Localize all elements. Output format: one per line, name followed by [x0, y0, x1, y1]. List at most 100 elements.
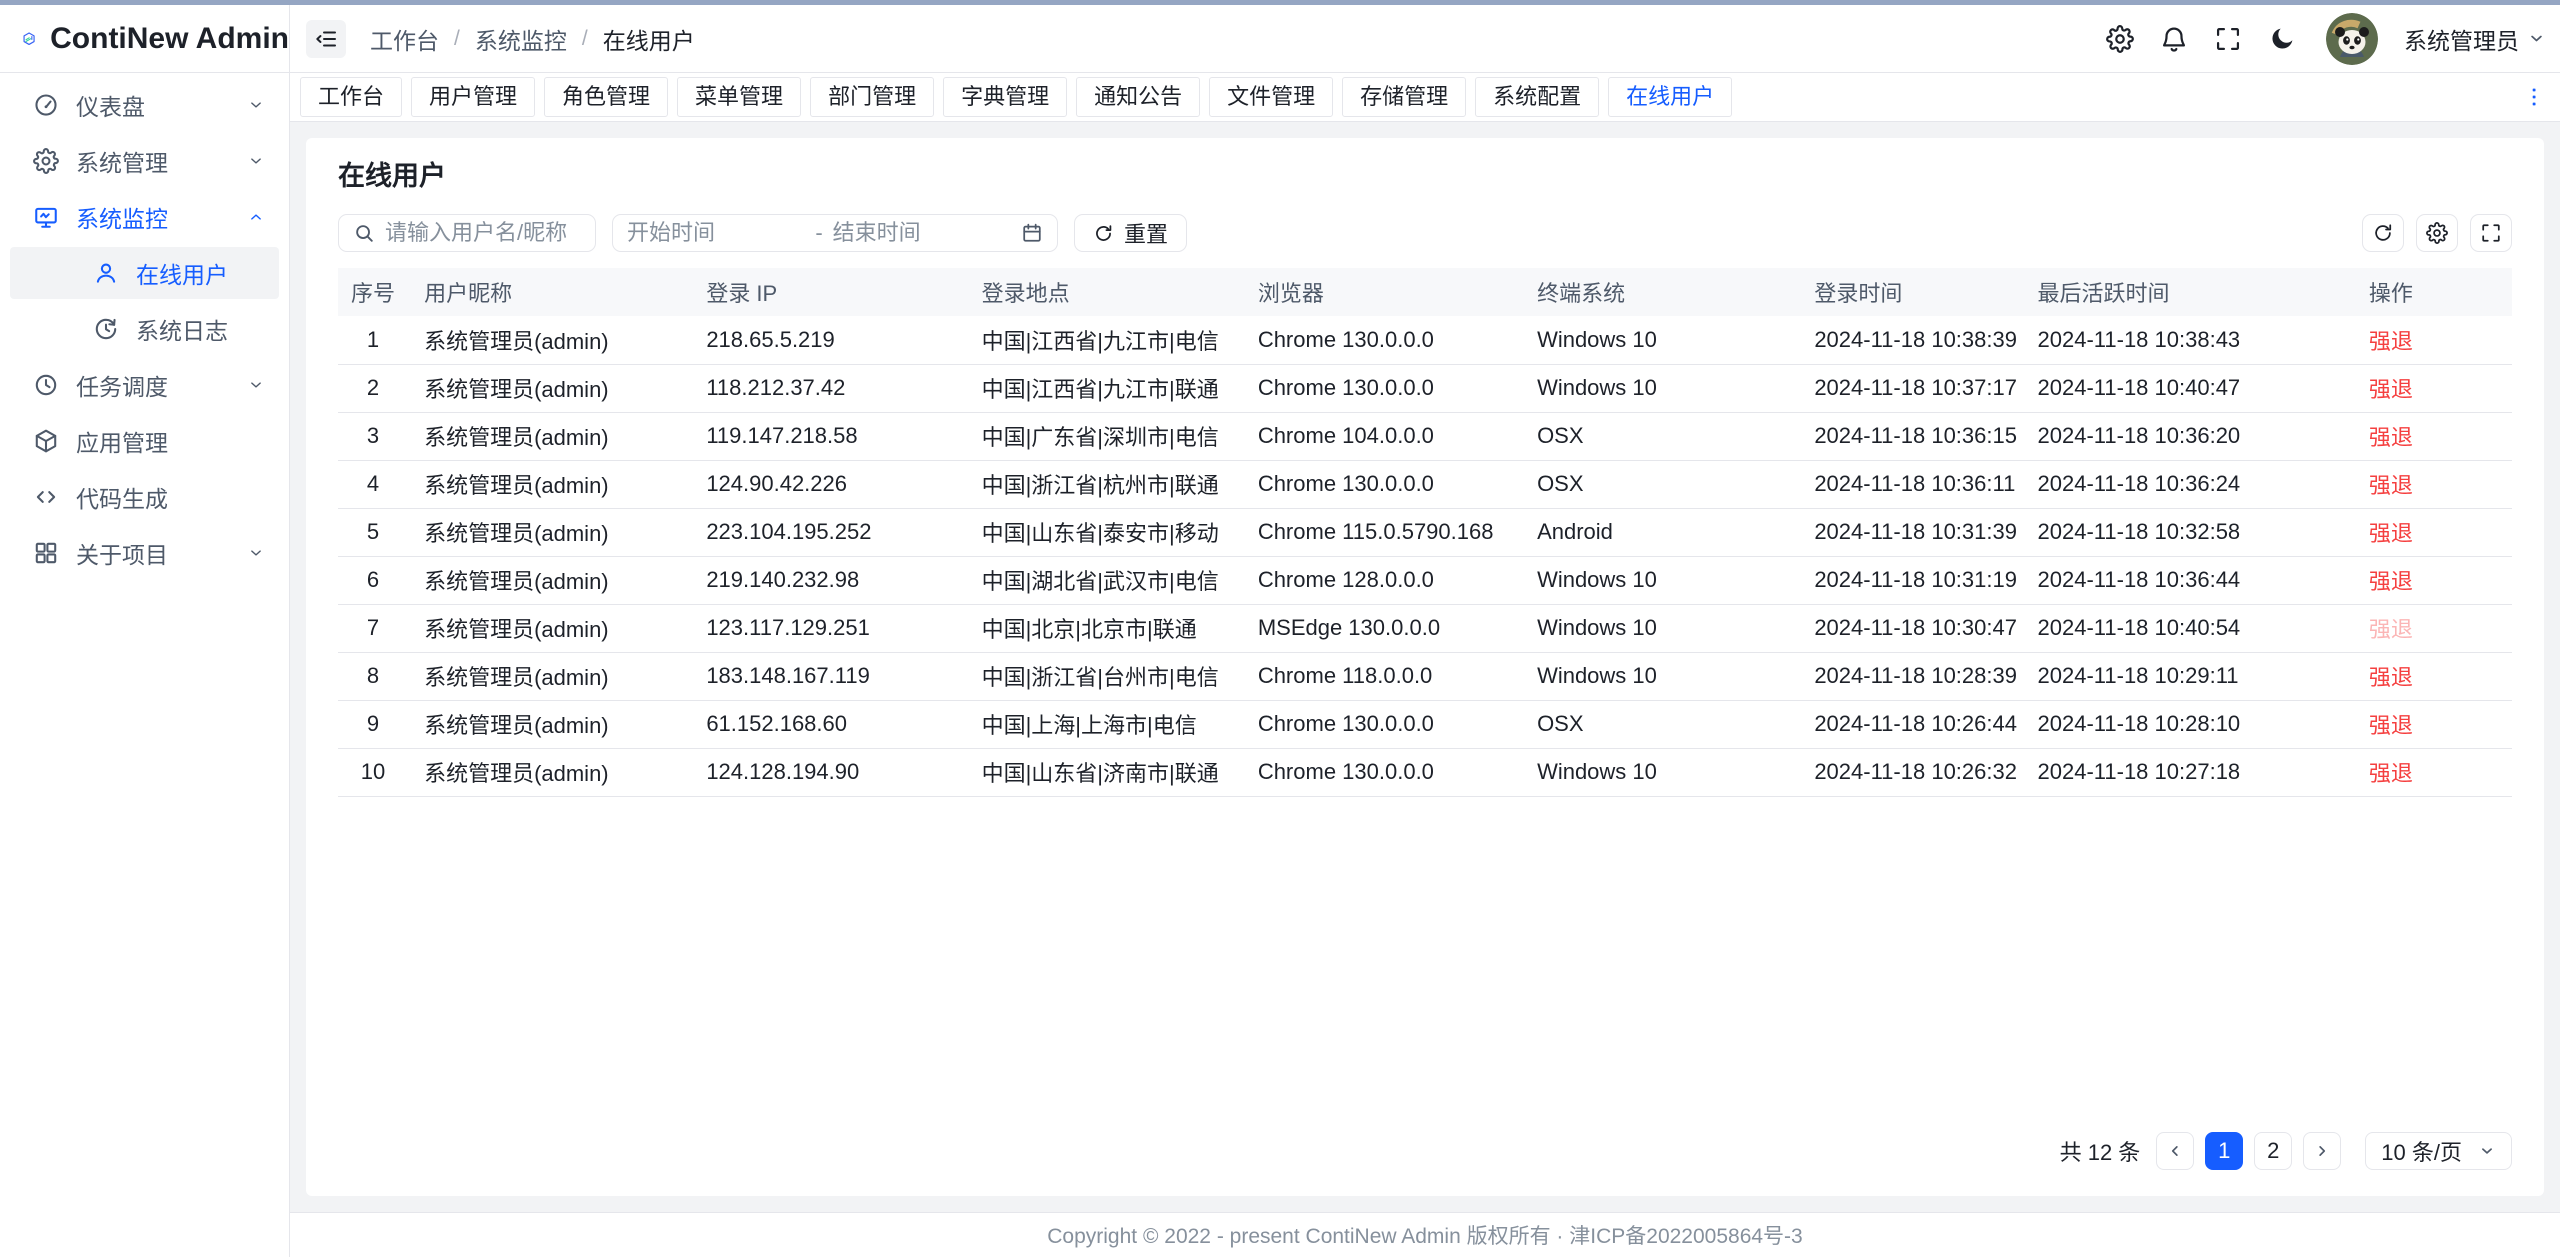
tab-角色管理[interactable]: 角色管理: [544, 77, 668, 117]
refresh-icon: [1093, 223, 1114, 244]
column-header-登录地点: 登录地点: [966, 268, 1242, 316]
content-area: 在线用户 -: [290, 122, 2560, 1212]
search-field[interactable]: [385, 220, 581, 246]
cell-index: 2: [338, 364, 408, 412]
settings-button[interactable]: [2106, 25, 2134, 53]
table-row: 4系统管理员(admin)124.90.42.226中国|浙江省|杭州市|联通C…: [338, 460, 2512, 508]
reset-button[interactable]: 重置: [1074, 214, 1187, 252]
tab-工作台[interactable]: 工作台: [300, 77, 402, 117]
brand[interactable]: ContiNew Admin: [0, 5, 290, 72]
sidebar-collapse-button[interactable]: [306, 20, 346, 58]
clock-icon: [33, 372, 59, 398]
force-logout-link[interactable]: 强退: [2369, 569, 2413, 594]
pagination-prev-button[interactable]: [2156, 1132, 2194, 1170]
force-logout-link[interactable]: 强退: [2369, 473, 2413, 498]
dark-mode-button[interactable]: [2268, 25, 2296, 53]
copyright: Copyright © 2022 - present ContiNew Admi…: [1047, 1220, 1802, 1250]
tab-在线用户[interactable]: 在线用户: [1608, 77, 1732, 117]
cell-os: Windows 10: [1521, 364, 1798, 412]
user-name-label: 系统管理员: [2404, 22, 2519, 56]
force-logout-link[interactable]: 强退: [2369, 713, 2413, 738]
force-logout-link[interactable]: 强退: [2369, 521, 2413, 546]
avatar[interactable]: [2326, 13, 2378, 65]
pagination-page-2[interactable]: 2: [2254, 1132, 2292, 1170]
cell-location: 中国|江西省|九江市|电信: [966, 316, 1242, 364]
cell-login-time: 2024-11-18 10:38:39: [1798, 316, 2021, 364]
tab-字典管理[interactable]: 字典管理: [943, 77, 1067, 117]
cell-action: 强退: [2353, 700, 2512, 748]
cell-ip: 124.90.42.226: [690, 460, 965, 508]
cell-login-time: 2024-11-18 10:36:15: [1798, 412, 2021, 460]
tab-用户管理[interactable]: 用户管理: [411, 77, 535, 117]
sidebar-item-label: 应用管理: [76, 424, 168, 458]
fullscreen-icon: [2480, 222, 2502, 244]
sidebar-item-系统监控[interactable]: 系统监控: [10, 191, 279, 243]
cell-nickname: 系统管理员(admin): [408, 508, 690, 556]
column-settings-button[interactable]: [2416, 214, 2458, 252]
sidebar-item-代码生成[interactable]: 代码生成: [10, 471, 279, 523]
pagination-page-1[interactable]: 1: [2205, 1132, 2243, 1170]
reset-label: 重置: [1124, 217, 1168, 249]
tab-more-button[interactable]: [2520, 83, 2548, 111]
fullscreen-button[interactable]: [2214, 25, 2242, 53]
user-icon: [93, 260, 119, 286]
tab-菜单管理[interactable]: 菜单管理: [677, 77, 801, 117]
pagination-next-button[interactable]: [2303, 1132, 2341, 1170]
table-row: 2系统管理员(admin)118.212.37.42中国|江西省|九江市|联通C…: [338, 364, 2512, 412]
force-logout-link[interactable]: 强退: [2369, 329, 2413, 354]
force-logout-link[interactable]: 强退: [2369, 761, 2413, 786]
sidebar: 仪表盘系统管理系统监控在线用户系统日志任务调度应用管理代码生成关于项目: [0, 73, 290, 1257]
cell-browser: Chrome 104.0.0.0: [1242, 412, 1521, 460]
sidebar-item-应用管理[interactable]: 应用管理: [10, 415, 279, 467]
date-range-picker[interactable]: -: [612, 214, 1058, 252]
footer: Copyright © 2022 - present ContiNew Admi…: [290, 1212, 2560, 1257]
cell-location: 中国|北京|北京市|联通: [966, 604, 1242, 652]
force-logout-link[interactable]: 强退: [2369, 665, 2413, 690]
cell-browser: Chrome 118.0.0.0: [1242, 652, 1521, 700]
cell-index: 9: [338, 700, 408, 748]
notifications-button[interactable]: [2160, 25, 2188, 53]
page-size-label: 10 条/页: [2381, 1135, 2462, 1167]
tab-部门管理[interactable]: 部门管理: [810, 77, 934, 117]
user-menu[interactable]: 系统管理员: [2404, 22, 2546, 56]
cell-action: 强退: [2353, 316, 2512, 364]
card-fullscreen-button[interactable]: [2470, 214, 2512, 252]
tab-系统配置[interactable]: 系统配置: [1475, 77, 1599, 117]
force-logout-link[interactable]: 强退: [2369, 377, 2413, 402]
main-column: 工作台用户管理角色管理菜单管理部门管理字典管理通知公告文件管理存储管理系统配置在…: [290, 73, 2560, 1257]
cell-active-time: 2024-11-18 10:40:47: [2022, 364, 2353, 412]
breadcrumb-separator: /: [454, 27, 460, 51]
cell-index: 1: [338, 316, 408, 364]
breadcrumb-item-工作台[interactable]: 工作台: [370, 22, 439, 56]
sidebar-item-label: 系统监控: [76, 200, 168, 234]
cell-ip: 61.152.168.60: [690, 700, 965, 748]
tab-存储管理[interactable]: 存储管理: [1342, 77, 1466, 117]
sidebar-item-仪表盘[interactable]: 仪表盘: [10, 79, 279, 131]
tab-文件管理[interactable]: 文件管理: [1209, 77, 1333, 117]
chevron-up-icon: [247, 208, 265, 226]
table-body: 1系统管理员(admin)218.65.5.219中国|江西省|九江市|电信Ch…: [338, 316, 2512, 796]
start-time-field[interactable]: [627, 220, 805, 246]
search-input[interactable]: [338, 214, 596, 252]
refresh-button[interactable]: [2362, 214, 2404, 252]
settings-icon: [33, 148, 59, 174]
end-time-field[interactable]: [833, 220, 1011, 246]
sidebar-item-在线用户[interactable]: 在线用户: [10, 247, 279, 299]
cell-location: 中国|山东省|泰安市|移动: [966, 508, 1242, 556]
cell-os: Windows 10: [1521, 556, 1798, 604]
sidebar-item-关于项目[interactable]: 关于项目: [10, 527, 279, 579]
chevron-left-icon: [2166, 1142, 2184, 1160]
force-logout-link[interactable]: 强退: [2369, 425, 2413, 450]
chevron-down-icon: [2527, 29, 2546, 48]
breadcrumb-item-系统监控[interactable]: 系统监控: [475, 22, 567, 56]
tab-通知公告[interactable]: 通知公告: [1076, 77, 1200, 117]
sidebar-item-系统管理[interactable]: 系统管理: [10, 135, 279, 187]
cell-active-time: 2024-11-18 10:38:43: [2022, 316, 2353, 364]
range-separator: -: [815, 220, 822, 246]
cell-nickname: 系统管理员(admin): [408, 412, 690, 460]
sidebar-item-系统日志[interactable]: 系统日志: [10, 303, 279, 355]
chevron-right-icon: [2313, 1142, 2331, 1160]
cell-login-time: 2024-11-18 10:31:39: [1798, 508, 2021, 556]
page-size-select[interactable]: 10 条/页: [2365, 1132, 2512, 1170]
sidebar-item-任务调度[interactable]: 任务调度: [10, 359, 279, 411]
